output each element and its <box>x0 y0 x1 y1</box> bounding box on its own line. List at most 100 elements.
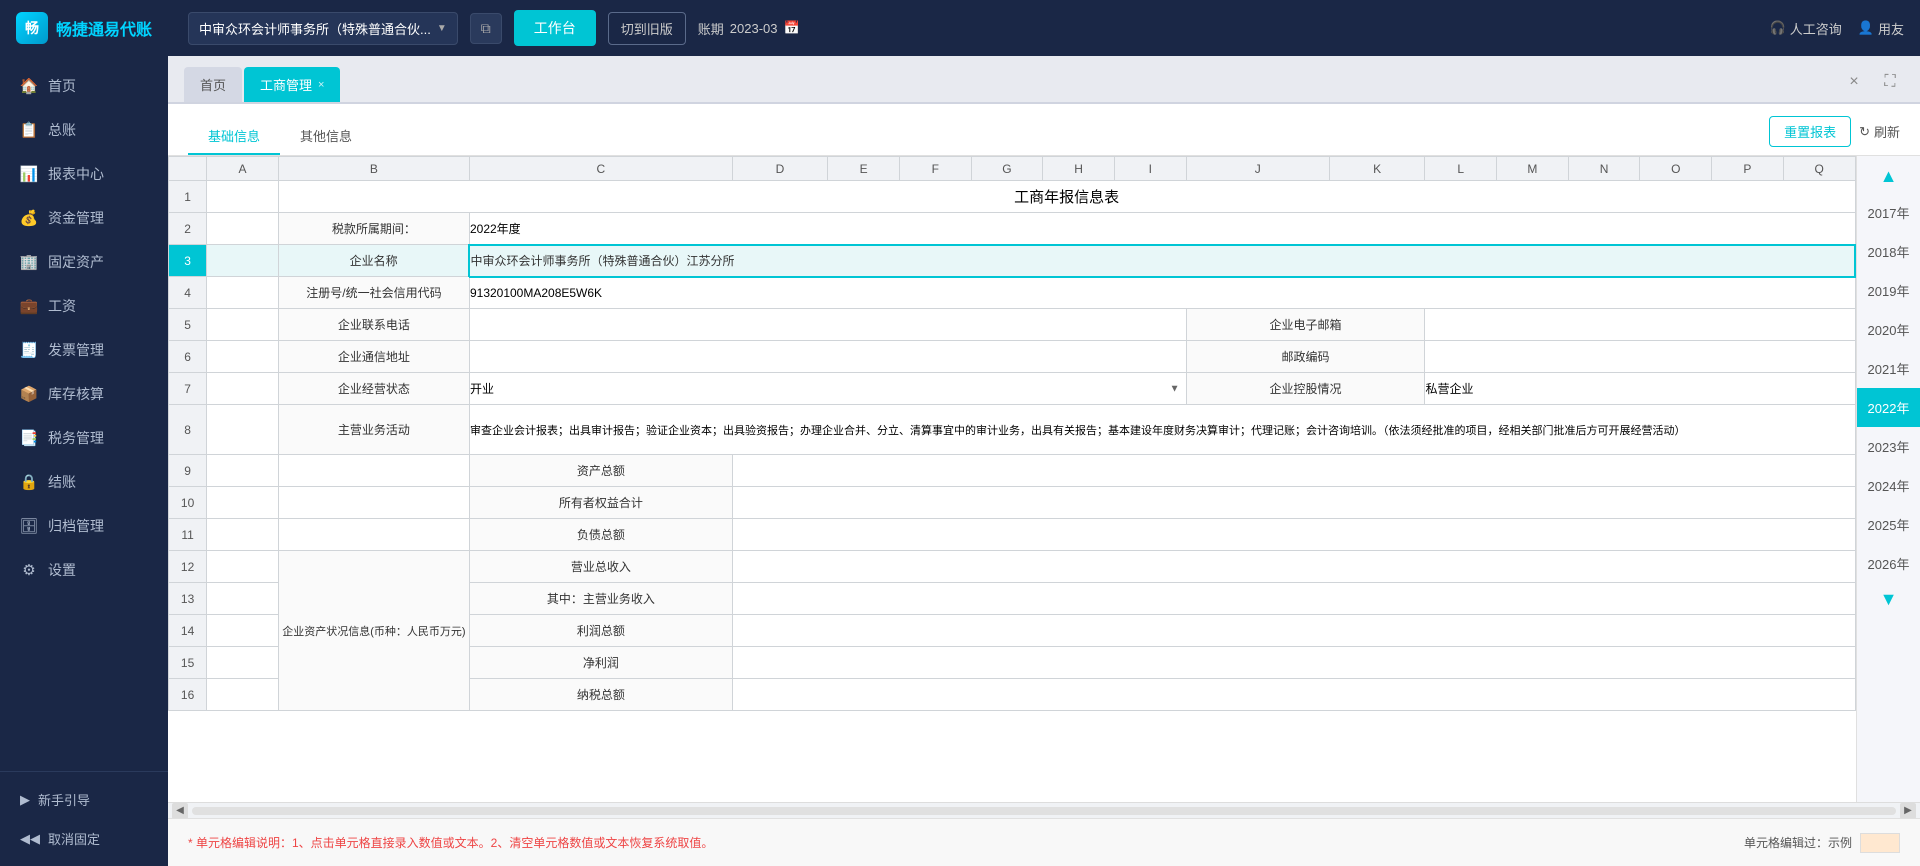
cell-3b-label: 企业名称 <box>278 245 469 277</box>
year-2017[interactable]: 2017年 <box>1857 193 1920 232</box>
refresh-icon: ↻ <box>1859 124 1870 140</box>
reset-button[interactable]: 重置报表 <box>1769 116 1851 147</box>
h-scroll[interactable]: ◀ ▶ <box>168 802 1920 818</box>
user-avatar[interactable]: 👤 用友 <box>1858 19 1904 38</box>
scroll-right-icon[interactable]: ▶ <box>1900 803 1916 819</box>
table-row: 12 企业资产状况信息(币种：人民币万元) 营业总收入 <box>169 551 1856 583</box>
year-up-icon[interactable]: ▲ <box>1874 160 1904 193</box>
sidebar-item-invoice[interactable]: 🧾 发票管理 <box>0 328 168 372</box>
cell-9c-label: 资产总额 <box>469 455 732 487</box>
cell-9d-value[interactable] <box>732 455 1855 487</box>
cell-13d-value[interactable] <box>732 583 1855 615</box>
scroll-left-icon[interactable]: ◀ <box>172 803 188 819</box>
sidebar-item-report[interactable]: 📊 报表中心 <box>0 152 168 196</box>
cell-14d-value[interactable] <box>732 615 1855 647</box>
tab-home[interactable]: 首页 <box>184 67 242 102</box>
cell-7l-value[interactable]: 私营企业 <box>1425 373 1855 405</box>
year-2024[interactable]: 2024年 <box>1857 466 1920 505</box>
col-header-p[interactable]: P <box>1712 157 1784 181</box>
h-scroll-track[interactable] <box>192 807 1896 815</box>
cell-5l-value[interactable] <box>1425 309 1855 341</box>
year-2021[interactable]: 2021年 <box>1857 349 1920 388</box>
sidebar-item-inventory[interactable]: 📦 库存核算 <box>0 372 168 416</box>
cell-4c-value[interactable]: 91320100MA208E5W6K <box>469 277 1855 309</box>
sidebar-item-salary[interactable]: 💼 工资 <box>0 284 168 328</box>
cell-2b-label: 税款所属期间： <box>278 213 469 245</box>
cell-6l-value[interactable] <box>1425 341 1855 373</box>
cell-11d-value[interactable] <box>732 519 1855 551</box>
col-header-c[interactable]: C <box>469 157 732 181</box>
sidebar-item-label: 结账 <box>48 472 76 492</box>
col-header-i[interactable]: I <box>1114 157 1186 181</box>
copy-button[interactable]: ⧉ <box>470 13 502 44</box>
sidebar-item-unpin[interactable]: ◀◀ 取消固定 <box>0 819 168 858</box>
invoice-icon: 🧾 <box>20 341 38 359</box>
sub-tab-basic[interactable]: 基础信息 <box>188 118 280 155</box>
sidebar-item-home[interactable]: 🏠 首页 <box>0 64 168 108</box>
cell-15d-value[interactable] <box>732 647 1855 679</box>
sidebar-item-guide[interactable]: ▶ 新手引导 <box>0 780 168 819</box>
col-header-j[interactable]: J <box>1186 157 1329 181</box>
cell-title[interactable]: 工商年报信息表 <box>278 181 1855 213</box>
year-2025[interactable]: 2025年 <box>1857 505 1920 544</box>
cell-3c-value[interactable]: 中审众环会计师事务所（特殊普通合伙）江苏分所 <box>469 245 1855 277</box>
cell-7c-value[interactable]: 开业 ▼ <box>469 373 1186 405</box>
tab-close-icon[interactable]: × <box>318 79 324 91</box>
main-content: 首页 工商管理 × 基础信息 其他信息 重置报表 ↻ 刷新 <box>168 56 1920 866</box>
cell-10d-value[interactable] <box>732 487 1855 519</box>
year-down-icon[interactable]: ▼ <box>1874 583 1904 616</box>
cell-12d-value[interactable] <box>732 551 1855 583</box>
year-2020[interactable]: 2020年 <box>1857 310 1920 349</box>
company-selector[interactable]: 中审众环会计师事务所（特殊普通合伙... ▼ <box>188 12 458 45</box>
cell-6c-value[interactable] <box>469 341 1186 373</box>
col-header-m[interactable]: M <box>1497 157 1569 181</box>
sidebar-item-settings[interactable]: ⚙ 设置 <box>0 548 168 592</box>
cell-5c-value[interactable] <box>469 309 1186 341</box>
sidebar-item-archive[interactable]: 🗄 归档管理 <box>0 504 168 548</box>
row-num-8: 8 <box>169 405 207 455</box>
cell-2c-value[interactable]: 2022年度 <box>469 213 1855 245</box>
col-header-q[interactable]: Q <box>1783 157 1855 181</box>
cell-8c-value[interactable]: 审查企业会计报表；出具审计报告；验证企业资本；出具验资报告；办理企业合并、分立、… <box>469 405 1855 455</box>
year-2018[interactable]: 2018年 <box>1857 232 1920 271</box>
year-2026[interactable]: 2026年 <box>1857 544 1920 583</box>
cell-9a <box>207 455 279 487</box>
report-icon: 📊 <box>20 165 38 183</box>
sidebar-item-tax[interactable]: 📑 税务管理 <box>0 416 168 460</box>
sidebar-item-assets[interactable]: 🏢 固定资产 <box>0 240 168 284</box>
status-right: 单元格编辑过：示例 <box>1744 833 1900 853</box>
col-header-n[interactable]: N <box>1568 157 1640 181</box>
cell-2a <box>207 213 279 245</box>
year-2022[interactable]: 2022年 <box>1857 388 1920 427</box>
sidebar-item-close[interactable]: 🔒 结账 <box>0 460 168 504</box>
col-header-f[interactable]: F <box>899 157 971 181</box>
year-2023[interactable]: 2023年 <box>1857 427 1920 466</box>
sidebar-item-label: 库存核算 <box>48 384 104 404</box>
refresh-button[interactable]: ↻ 刷新 <box>1859 122 1900 141</box>
spreadsheet-main[interactable]: A B C D E F G H I J K L M <box>168 156 1856 802</box>
col-header-e[interactable]: E <box>828 157 900 181</box>
close-button[interactable]: × <box>1840 68 1868 96</box>
sidebar-item-ledger[interactable]: 📋 总账 <box>0 108 168 152</box>
workbench-button[interactable]: 工作台 <box>514 10 596 46</box>
col-header-d[interactable]: D <box>732 157 828 181</box>
year-2019[interactable]: 2019年 <box>1857 271 1920 310</box>
col-header-o[interactable]: O <box>1640 157 1712 181</box>
col-header-a[interactable]: A <box>207 157 279 181</box>
cell-11c-label: 负债总额 <box>469 519 732 551</box>
expand-button[interactable]: ⛶ <box>1876 68 1904 96</box>
col-header-b[interactable]: B <box>278 157 469 181</box>
sidebar-item-finance[interactable]: 💰 资金管理 <box>0 196 168 240</box>
human-service[interactable]: 🎧 人工咨询 <box>1770 19 1842 38</box>
sub-tab-other[interactable]: 其他信息 <box>280 118 372 155</box>
col-header-k[interactable]: K <box>1329 157 1425 181</box>
col-header-l[interactable]: L <box>1425 157 1497 181</box>
col-header-g[interactable]: G <box>971 157 1043 181</box>
old-version-button[interactable]: 切到旧版 <box>608 12 686 45</box>
col-header-h[interactable]: H <box>1043 157 1115 181</box>
calendar-icon[interactable]: 📅 <box>784 20 800 36</box>
tab-business[interactable]: 工商管理 × <box>244 67 340 102</box>
archive-icon: 🗄 <box>20 517 38 535</box>
cell-14c-label: 利润总额 <box>469 615 732 647</box>
cell-16d-value[interactable] <box>732 679 1855 711</box>
